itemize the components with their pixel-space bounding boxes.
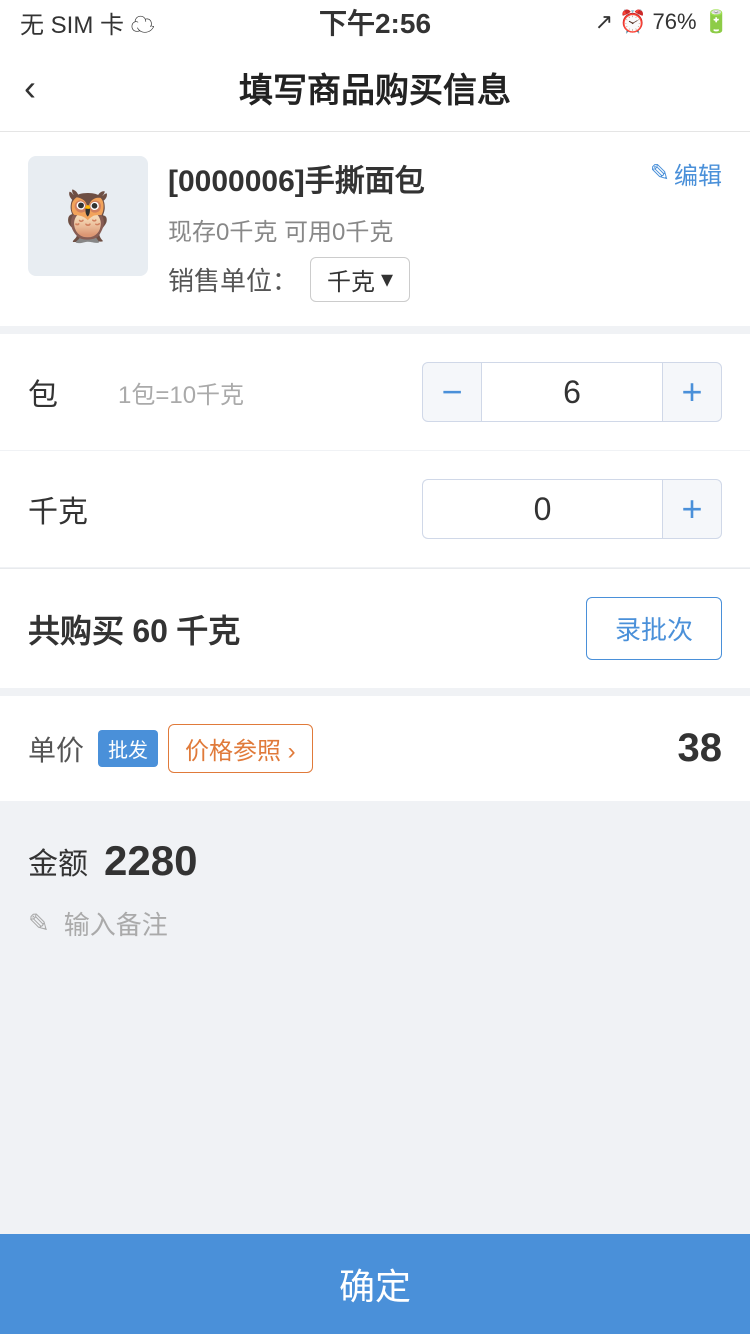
status-bar: 无 SIM 卡 ☁ 下午2:56 ↗ ⏰ 76% 🔋 — [0, 0, 750, 44]
total-unit: 千克 — [176, 613, 240, 649]
quantity-row-bao: 包 1包=10千克 − + — [0, 334, 750, 451]
product-card: 🦉 [0000006]手撕面包 现存0千克 可用0千克 销售单位： 千克 ▾ ✎… — [0, 132, 750, 334]
amount-value: 2280 — [104, 837, 197, 885]
qty-plus-kg[interactable]: + — [662, 479, 722, 539]
unit-select[interactable]: 千克 ▾ — [310, 257, 410, 302]
status-time: 下午2:56 — [319, 2, 431, 42]
qty-controls-kg: + — [422, 479, 722, 539]
bottom-spacer — [0, 1109, 750, 1209]
quantity-row-kg: 千克 + — [0, 451, 750, 568]
confirm-button[interactable]: 确定 — [339, 1258, 411, 1310]
amount-row: 金额 2280 — [28, 837, 722, 885]
qty-controls-bao: − + — [422, 362, 722, 422]
confirm-bar[interactable]: 确定 — [0, 1234, 750, 1334]
product-name: [0000006]手撕面包 — [168, 156, 630, 200]
qty-hint-bao: 1包=10千克 — [108, 375, 422, 410]
unit-dropdown-icon: ▾ — [381, 265, 393, 294]
qty-input-bao[interactable] — [482, 362, 662, 422]
price-type-tag: 批发 — [98, 730, 158, 767]
batch-button[interactable]: 录批次 — [586, 597, 722, 660]
note-row[interactable]: ✎ 输入备注 — [28, 905, 722, 942]
total-amount: 60 — [132, 613, 168, 649]
note-placeholder: 输入备注 — [64, 905, 168, 942]
edit-label: 编辑 — [674, 156, 722, 191]
price-label: 单价 — [28, 729, 84, 769]
status-right: ↗ ⏰ 76% 🔋 — [595, 9, 730, 35]
unit-value: 千克 — [327, 262, 375, 297]
price-section: 单价 批发 价格参照 › 38 — [0, 696, 750, 809]
qty-label-bao: 包 — [28, 370, 108, 414]
total-text: 共购买 60 千克 — [28, 606, 240, 652]
price-value: 38 — [678, 726, 723, 771]
battery-level: 76% — [653, 9, 697, 35]
battery-icon: 🔋 — [703, 9, 730, 35]
product-info: [0000006]手撕面包 现存0千克 可用0千克 销售单位： 千克 ▾ — [168, 156, 630, 302]
qty-minus-bao[interactable]: − — [422, 362, 482, 422]
amount-section: 金额 2280 ✎ 输入备注 — [0, 809, 750, 1109]
nav-bar: ‹ 填写商品购买信息 — [0, 44, 750, 132]
product-image: 🦉 — [28, 156, 148, 276]
note-icon: ✎ — [28, 908, 50, 939]
amount-label: 金额 — [28, 839, 88, 883]
edit-icon: ✎ — [650, 159, 670, 188]
status-left: 无 SIM 卡 ☁ — [20, 5, 155, 40]
product-unit-row: 销售单位： 千克 ▾ — [168, 257, 630, 302]
location-icon: ↗ — [595, 9, 613, 35]
back-button[interactable]: ‹ — [24, 67, 36, 109]
total-row: 共购买 60 千克 录批次 — [0, 569, 750, 696]
qty-input-kg[interactable] — [422, 479, 662, 539]
sim-status: 无 SIM 卡 ☁ — [20, 5, 155, 40]
unit-label: 销售单位： — [168, 261, 298, 298]
alarm-icon: ⏰ — [619, 9, 646, 35]
total-prefix: 共购买 — [28, 613, 124, 649]
edit-button[interactable]: ✎ 编辑 — [650, 156, 722, 191]
qty-label-kg: 千克 — [28, 487, 108, 531]
price-ref-button[interactable]: 价格参照 › — [168, 724, 313, 773]
qty-plus-bao[interactable]: + — [662, 362, 722, 422]
product-stock: 现存0千克 可用0千克 — [168, 212, 630, 247]
quantity-section: 包 1包=10千克 − + 千克 + — [0, 334, 750, 569]
product-logo-icon: 🦉 — [57, 187, 119, 246]
page-title: 填写商品购买信息 — [239, 63, 511, 112]
